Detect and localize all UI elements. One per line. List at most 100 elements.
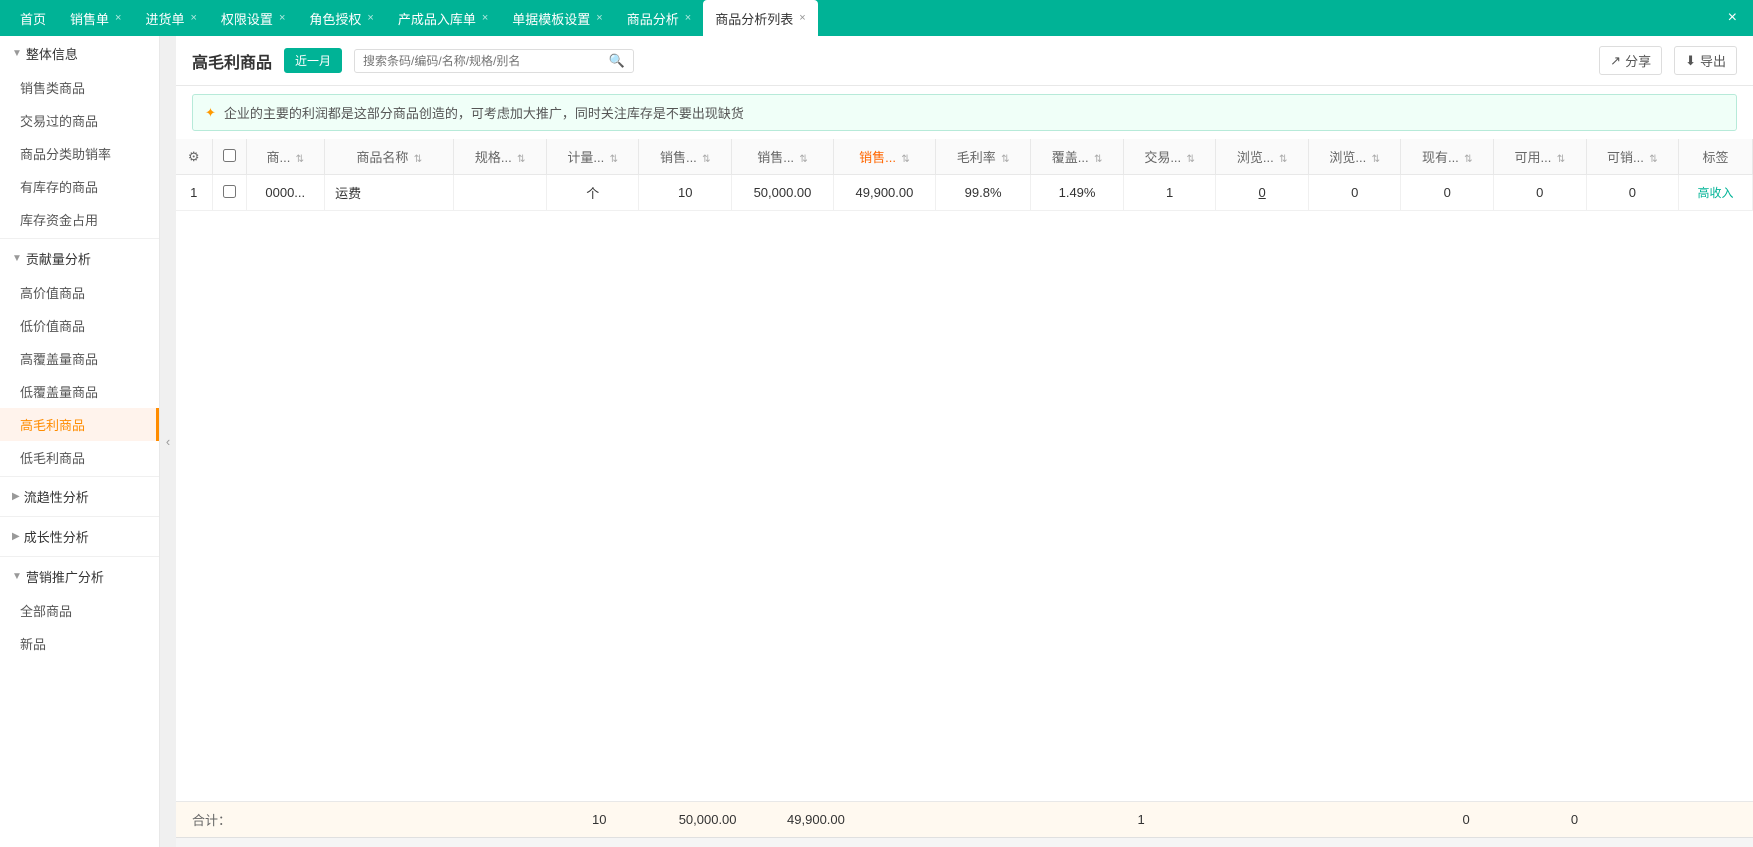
table-header-row: ⚙ 商... ⇅ 商品名称 ⇅ [176, 139, 1753, 175]
footer-transactions: 1 [1087, 812, 1195, 827]
sidebar-item-new-goods[interactable]: 新品 [0, 627, 159, 660]
arrow-icon: ▶ [12, 491, 20, 502]
search-icon[interactable]: 🔍 [609, 53, 625, 69]
col-checkbox[interactable] [212, 139, 246, 175]
close-product-analysis-list[interactable]: × [799, 12, 805, 24]
cell-available-stock: 0 [1494, 175, 1587, 211]
nav-role-auth[interactable]: 角色授权 × [297, 0, 385, 36]
col-sales-cost[interactable]: 销售... ⇅ [833, 139, 935, 175]
cell-transactions: 1 [1123, 175, 1216, 211]
cell-current-stock: 0 [1401, 175, 1494, 211]
sidebar-item-high-margin[interactable]: 高毛利商品 [0, 408, 159, 441]
footer-sales-qty: 10 [545, 812, 653, 827]
table-container[interactable]: ⚙ 商... ⇅ 商品名称 ⇅ [176, 139, 1753, 801]
col-sales-amount[interactable]: 销售... ⇅ [732, 139, 834, 175]
close-product-inbound[interactable]: × [482, 12, 488, 24]
filter-last-month-button[interactable]: 近一月 [284, 48, 342, 73]
col-code[interactable]: 商... ⇅ [246, 139, 325, 175]
cell-name: 运费 [325, 175, 454, 211]
col-available-stock[interactable]: 可用... ⇅ [1494, 139, 1587, 175]
views1-link[interactable]: 0 [1259, 185, 1266, 200]
col-views1[interactable]: 浏览... ⇅ [1216, 139, 1309, 175]
nav-permission-setting[interactable]: 权限设置 × [209, 0, 297, 36]
content-header: 高毛利商品 近一月 🔍 ↗ 分享 ⬇ 导出 [176, 36, 1753, 86]
row-checkbox[interactable] [223, 185, 236, 198]
sort-icon: ⇅ [799, 154, 807, 165]
sidebar-item-high-value[interactable]: 高价值商品 [0, 276, 159, 309]
sidebar-item-high-coverage[interactable]: 高覆盖量商品 [0, 342, 159, 375]
footer-total: 合计： 10 50,000.00 49,900.00 1 0 0 [176, 801, 1753, 837]
sidebar-item-in-stock-goods[interactable]: 有库存的商品 [0, 170, 159, 203]
cell-checkbox[interactable] [212, 175, 246, 211]
sidebar-group-overall-info[interactable]: ▼ 整体信息 [0, 36, 159, 71]
close-sales-order[interactable]: × [115, 12, 121, 24]
nav-purchase-order[interactable]: 进货单 × [133, 0, 208, 36]
nav-product-inbound[interactable]: 产成品入库单 × [386, 0, 500, 36]
col-gross-margin[interactable]: 毛利率 ⇅ [935, 139, 1030, 175]
sidebar-item-low-value[interactable]: 低价值商品 [0, 309, 159, 342]
sort-icon: ⇅ [1001, 154, 1009, 165]
close-all-tabs-button[interactable]: × [1720, 9, 1745, 27]
info-banner: ✦ 企业的主要的利润都是这部分商品创造的，可考虑加大推广，同时关注库存是不要出现… [192, 94, 1737, 131]
sidebar-item-category-sales-rate[interactable]: 商品分类助销率 [0, 137, 159, 170]
search-box: 🔍 [354, 49, 634, 73]
arrow-icon: ▶ [12, 531, 20, 542]
col-transactions[interactable]: 交易... ⇅ [1123, 139, 1216, 175]
cell-saleable-stock: 0 [1586, 175, 1679, 211]
sidebar-group-contribution[interactable]: ▼ 贡献量分析 [0, 241, 159, 276]
cell-index: 1 [176, 175, 212, 211]
sort-icon: ⇅ [610, 154, 618, 165]
close-doc-template[interactable]: × [596, 12, 602, 24]
sidebar-item-traded-goods[interactable]: 交易过的商品 [0, 104, 159, 137]
horizontal-scrollbar[interactable] [176, 837, 1753, 847]
sidebar-group-trend-analysis[interactable]: ▶ 流趋性分析 [0, 479, 159, 514]
top-navigation: 首页 销售单 × 进货单 × 权限设置 × 角色授权 × 产成品入库单 × 单据… [0, 0, 1753, 36]
sidebar-group-growth-analysis[interactable]: ▶ 成长性分析 [0, 519, 159, 554]
nav-doc-template[interactable]: 单据模板设置 × [500, 0, 614, 36]
cell-tag: 高收入 [1679, 175, 1753, 211]
cell-spec [454, 175, 547, 211]
sidebar-item-sales-goods[interactable]: 销售类商品 [0, 71, 159, 104]
col-views2[interactable]: 浏览... ⇅ [1308, 139, 1401, 175]
sidebar-group-marketing[interactable]: ▼ 营销推广分析 [0, 559, 159, 594]
close-role-auth[interactable]: × [367, 12, 373, 24]
nav-product-analysis[interactable]: 商品分析 × [615, 0, 703, 36]
info-icon: ✦ [205, 105, 216, 121]
sort-icon: ⇅ [296, 154, 304, 165]
search-input[interactable] [363, 54, 609, 68]
share-icon: ↗ [1610, 53, 1621, 69]
cell-coverage: 1.49% [1031, 175, 1124, 211]
footer-sales-amount: 50,000.00 [653, 812, 761, 827]
cell-views1[interactable]: 0 [1216, 175, 1309, 211]
sort-icon: ⇅ [1187, 154, 1195, 165]
col-settings[interactable]: ⚙ [176, 139, 212, 175]
sort-icon: ⇅ [702, 154, 710, 165]
sidebar-item-all-goods[interactable]: 全部商品 [0, 594, 159, 627]
select-all-checkbox[interactable] [223, 149, 236, 162]
export-button[interactable]: ⬇ 导出 [1674, 46, 1737, 75]
cell-gross-margin: 99.8% [935, 175, 1030, 211]
nav-sales-order[interactable]: 销售单 × [58, 0, 133, 36]
sidebar-item-low-coverage[interactable]: 低覆盖量商品 [0, 375, 159, 408]
col-current-stock[interactable]: 现有... ⇅ [1401, 139, 1494, 175]
sidebar-item-stock-capital[interactable]: 库存资金占用 [0, 203, 159, 236]
nav-product-analysis-list[interactable]: 商品分析列表 × [703, 0, 817, 36]
nav-home[interactable]: 首页 [8, 0, 58, 36]
tag-high-income: 高收入 [1698, 186, 1734, 200]
col-coverage[interactable]: 覆盖... ⇅ [1031, 139, 1124, 175]
chevron-left-icon: ‹ [166, 434, 170, 449]
col-unit[interactable]: 计量... ⇅ [546, 139, 639, 175]
sort-icon: ⇅ [1279, 154, 1287, 165]
close-permission-setting[interactable]: × [279, 12, 285, 24]
close-purchase-order[interactable]: × [190, 12, 196, 24]
sidebar-collapse-button[interactable]: ‹ [160, 36, 176, 847]
sidebar-item-low-margin[interactable]: 低毛利商品 [0, 441, 159, 474]
col-saleable-stock[interactable]: 可销... ⇅ [1586, 139, 1679, 175]
col-name[interactable]: 商品名称 ⇅ [325, 139, 454, 175]
goods-table: ⚙ 商... ⇅ 商品名称 ⇅ [176, 139, 1753, 211]
sort-icon: ⇅ [1372, 154, 1380, 165]
share-button[interactable]: ↗ 分享 [1599, 46, 1662, 75]
col-sales-qty[interactable]: 销售... ⇅ [639, 139, 732, 175]
close-product-analysis[interactable]: × [685, 12, 691, 24]
col-spec[interactable]: 规格... ⇅ [454, 139, 547, 175]
